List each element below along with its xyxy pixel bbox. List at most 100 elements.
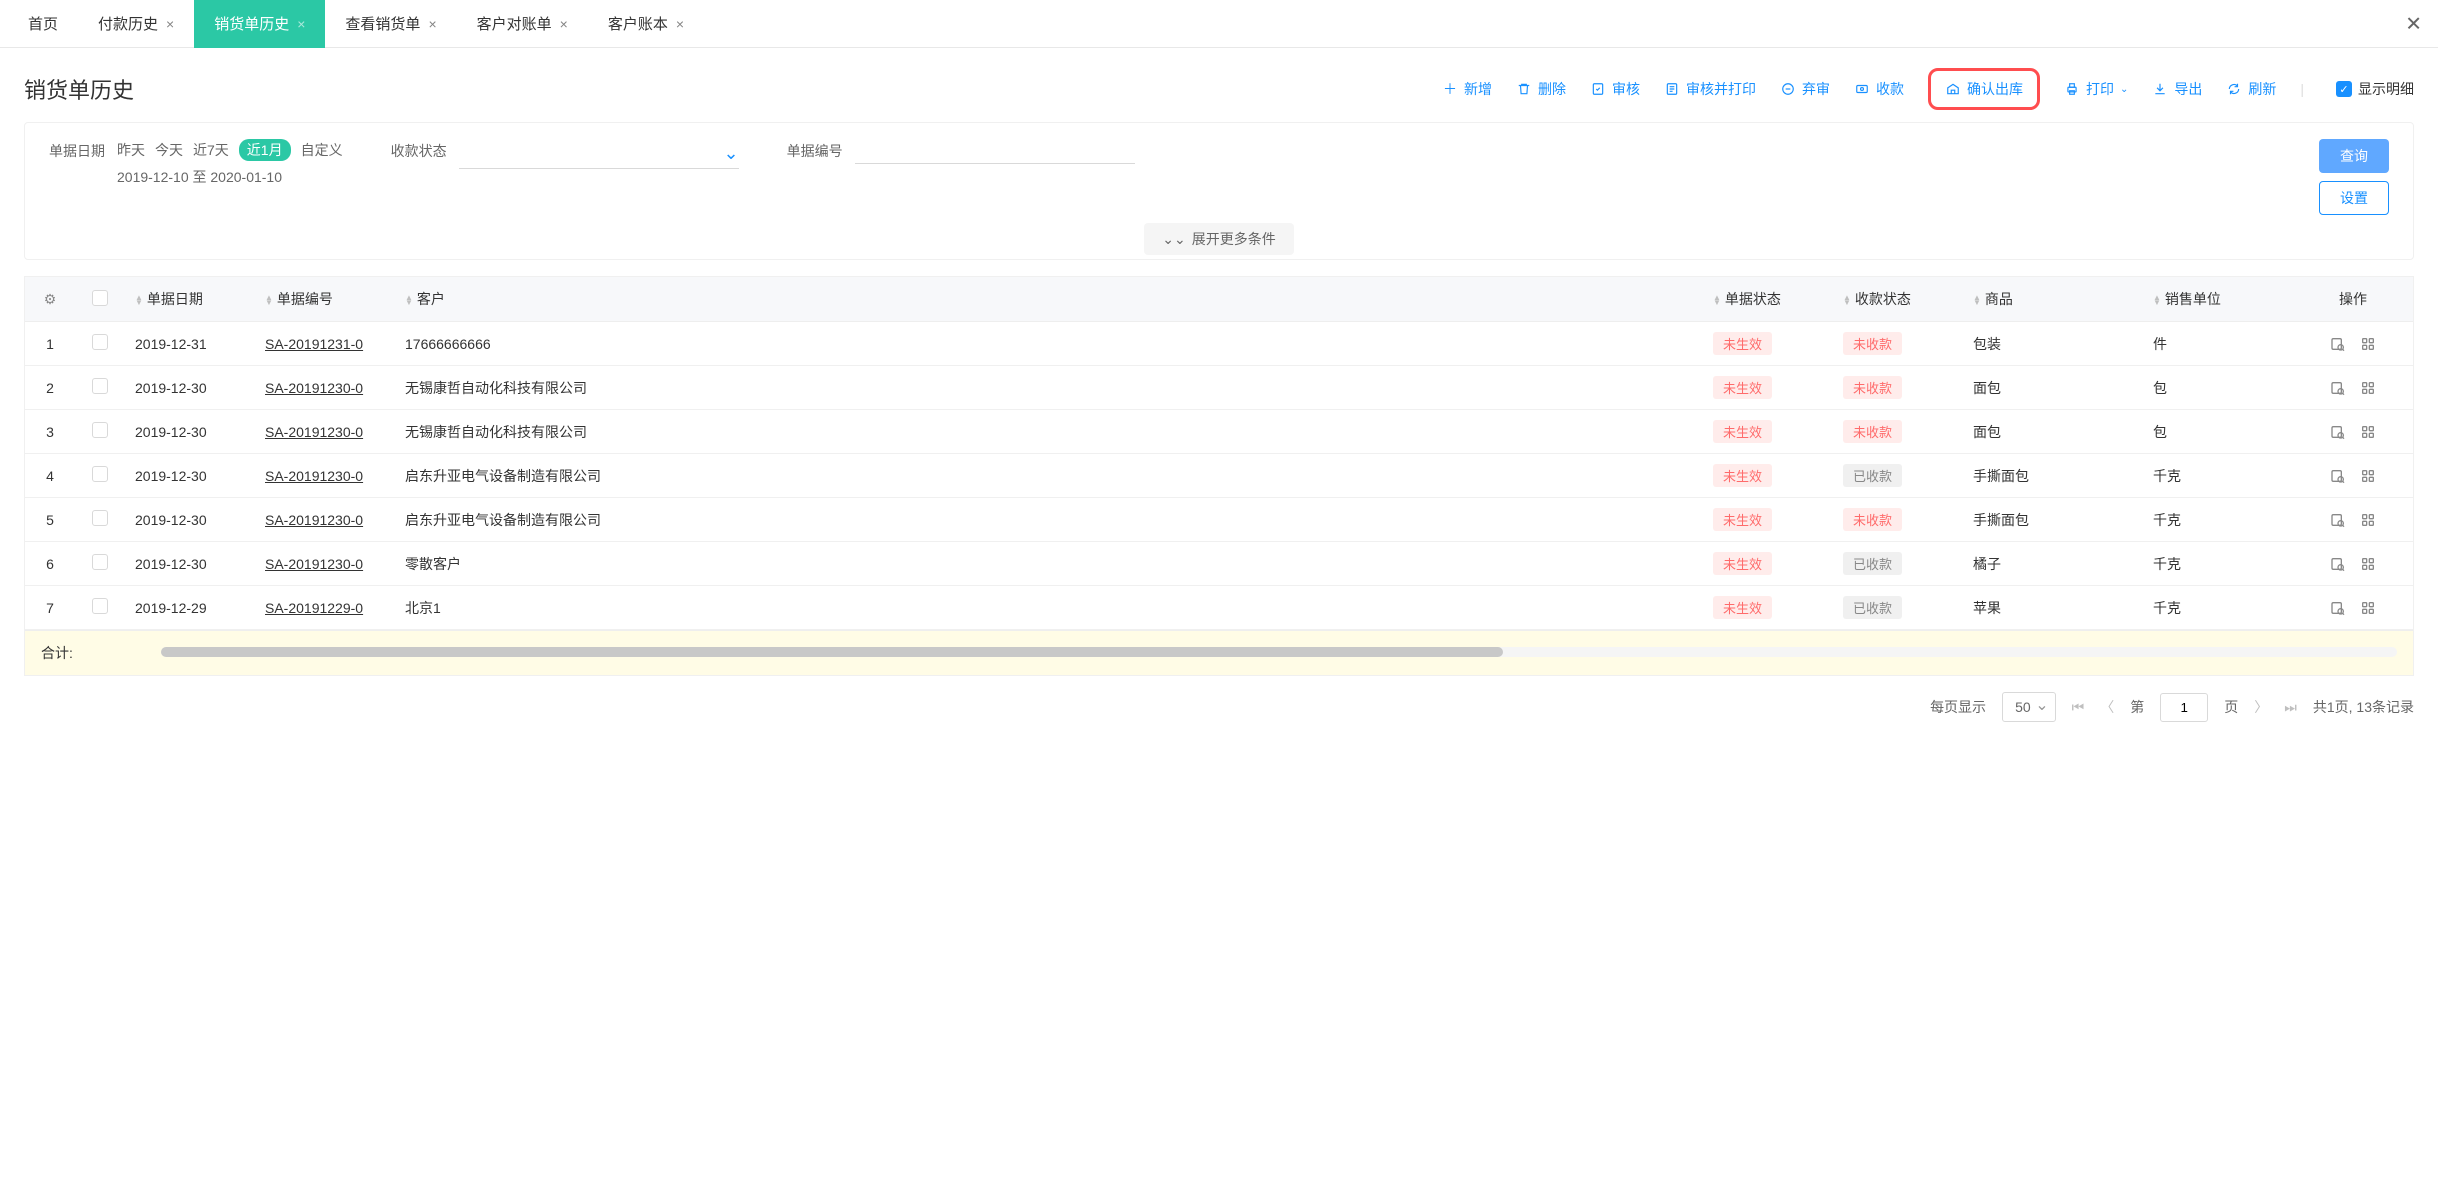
more-icon[interactable] [2359,467,2377,485]
sort-icon[interactable] [1713,295,1721,305]
doc-status-badge: 未生效 [1713,420,1772,443]
expand-label: 展开更多条件 [1192,229,1276,249]
cell-customer: 无锡康哲自动化科技有限公司 [395,410,1703,454]
more-icon[interactable] [2359,335,2377,353]
show-detail-toggle[interactable]: ✓ 显示明细 [2336,79,2414,99]
sort-icon[interactable] [135,295,143,305]
close-icon[interactable]: × [428,16,436,32]
sort-icon[interactable] [1843,295,1851,305]
view-icon[interactable] [2329,335,2347,353]
view-icon[interactable] [2329,379,2347,397]
settings-button[interactable]: 设置 [2319,181,2389,215]
doc-no-link[interactable]: SA-20191231-0 [265,336,363,352]
audit-button[interactable]: 审核 [1590,79,1640,99]
doc-no-input[interactable] [855,139,1135,164]
row-checkbox[interactable] [92,554,108,570]
cell-date: 2019-12-30 [125,366,255,410]
doc-no-link[interactable]: SA-20191230-0 [265,380,363,396]
shortcut-last7[interactable]: 近7天 [193,140,229,160]
tab-0[interactable]: 首页 [8,0,78,48]
col-actions: 操作 [2339,291,2367,307]
page-input[interactable] [2160,693,2208,722]
add-button[interactable]: ＋ 新增 [1442,79,1492,99]
expand-filters-button[interactable]: ⌄⌄ 展开更多条件 [1144,223,1293,255]
refresh-icon [2226,81,2242,97]
refresh-button[interactable]: 刷新 [2226,79,2276,99]
cell-product: 手撕面包 [1963,498,2143,542]
sort-icon[interactable] [1973,295,1981,305]
pagination: 每页显示 50 ⏮ 〈 第 页 〉 ⏭ 共1页, 13条记录 [0,676,2438,738]
row-checkbox[interactable] [92,466,108,482]
tab-2[interactable]: 销货单历史 × [194,0,325,48]
shortcut-yesterday[interactable]: 昨天 [117,140,145,160]
view-icon[interactable] [2329,423,2347,441]
shortcut-last-month[interactable]: 近1月 [239,139,291,161]
query-button[interactable]: 查询 [2319,139,2389,173]
next-page-icon[interactable]: 〉 [2254,697,2268,717]
row-checkbox[interactable] [92,422,108,438]
total-label: 合计: [41,643,161,663]
close-icon[interactable]: × [560,16,568,32]
cell-product: 面包 [1963,366,2143,410]
receive-button[interactable]: 收款 [1854,79,1904,99]
view-icon[interactable] [2329,511,2347,529]
view-icon[interactable] [2329,599,2347,617]
tab-label: 销货单历史 [214,13,289,34]
delete-button[interactable]: 删除 [1516,79,1566,99]
per-page-select[interactable]: 50 [2002,692,2056,722]
doc-no-link[interactable]: SA-20191230-0 [265,556,363,572]
doc-no-link[interactable]: SA-20191229-0 [265,600,363,616]
sort-icon[interactable] [265,295,273,305]
row-index: 1 [25,322,75,366]
more-icon[interactable] [2359,379,2377,397]
export-icon [2152,81,2168,97]
select-all-checkbox[interactable] [92,290,108,306]
show-detail-label: 显示明细 [2358,79,2414,99]
tab-4[interactable]: 客户对账单× [457,0,588,48]
more-icon[interactable] [2359,555,2377,573]
print-button[interactable]: 打印 ⌄ [2064,79,2128,99]
shortcut-today[interactable]: 今天 [155,140,183,160]
col-product: 商品 [1985,291,2013,307]
doc-status-badge: 未生效 [1713,596,1772,619]
close-icon[interactable]: × [297,16,305,32]
audit-print-button[interactable]: 审核并打印 [1664,79,1756,99]
view-icon[interactable] [2329,467,2347,485]
shortcut-custom[interactable]: 自定义 [301,140,343,160]
row-checkbox[interactable] [92,334,108,350]
row-checkbox[interactable] [92,510,108,526]
add-label: 新增 [1464,79,1492,99]
doc-no-link[interactable]: SA-20191230-0 [265,468,363,484]
cell-unit: 包 [2143,410,2293,454]
horizontal-scrollbar[interactable] [161,647,2397,657]
confirm-out-button[interactable]: 确认出库 [1928,68,2040,110]
view-icon[interactable] [2329,555,2347,573]
doc-no-link[interactable]: SA-20191230-0 [265,424,363,440]
unaudit-button[interactable]: 弃审 [1780,79,1830,99]
receipt-status-badge: 未收款 [1843,332,1902,355]
per-page-label: 每页显示 [1930,697,1986,717]
doc-no-link[interactable]: SA-20191230-0 [265,512,363,528]
close-icon[interactable]: × [166,16,174,32]
gear-icon[interactable]: ⚙ [44,291,57,307]
more-icon[interactable] [2359,599,2377,617]
close-all-tabs-icon[interactable]: ✕ [2405,11,2422,36]
sort-icon[interactable] [2153,295,2161,305]
more-icon[interactable] [2359,511,2377,529]
scrollbar-thumb[interactable] [161,647,1503,657]
row-checkbox[interactable] [92,598,108,614]
first-page-icon[interactable]: ⏮ [2072,699,2085,716]
tab-5[interactable]: 客户账本× [588,0,704,48]
prev-page-icon[interactable]: 〈 [2100,697,2114,717]
tab-1[interactable]: 付款历史× [78,0,194,48]
tab-3[interactable]: 查看销货单 × [325,0,456,48]
last-page-icon[interactable]: ⏭ [2284,699,2297,716]
row-checkbox[interactable] [92,378,108,394]
receipt-status-select[interactable]: ⌄ [459,139,739,169]
more-icon[interactable] [2359,423,2377,441]
sort-icon[interactable] [405,295,413,305]
export-button[interactable]: 导出 [2152,79,2202,99]
receipt-status-badge: 已收款 [1843,552,1902,575]
close-icon[interactable]: × [676,16,684,32]
tab-label: 查看销货单 [345,13,420,34]
